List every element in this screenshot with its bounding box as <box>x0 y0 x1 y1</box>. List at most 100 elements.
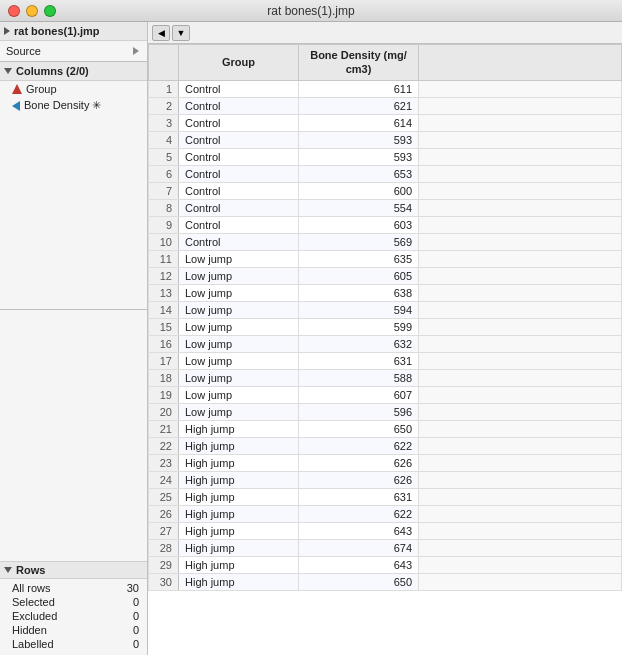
maximize-button[interactable] <box>44 5 56 17</box>
cell-group: Control <box>179 216 299 233</box>
source-filename: rat bones(1).jmp <box>14 25 100 37</box>
cell-group: High jump <box>179 505 299 522</box>
rows-stat-labelled: Labelled0 <box>0 637 147 651</box>
table-row[interactable]: 22 High jump 622 <box>149 437 622 454</box>
col-header-group[interactable]: Group <box>179 45 299 81</box>
cell-rownum: 1 <box>149 80 179 97</box>
cell-group: Control <box>179 233 299 250</box>
cell-empty <box>419 437 622 454</box>
col-header-density[interactable]: Bone Density (mg/cm3) <box>299 45 419 81</box>
cell-density: 622 <box>299 505 419 522</box>
window-controls[interactable] <box>8 5 56 17</box>
stat-label: Labelled <box>12 638 54 650</box>
cell-density: 626 <box>299 454 419 471</box>
cell-density: 632 <box>299 335 419 352</box>
table-row[interactable]: 17 Low jump 631 <box>149 352 622 369</box>
table-row[interactable]: 9 Control 603 <box>149 216 622 233</box>
stat-value: 0 <box>133 624 139 636</box>
cell-rownum: 11 <box>149 250 179 267</box>
cell-density: 593 <box>299 148 419 165</box>
table-row[interactable]: 20 Low jump 596 <box>149 403 622 420</box>
cell-empty <box>419 352 622 369</box>
cell-rownum: 12 <box>149 267 179 284</box>
table-row[interactable]: 30 High jump 650 <box>149 573 622 590</box>
cell-density: 600 <box>299 182 419 199</box>
dropdown-button[interactable]: ▼ <box>172 25 190 41</box>
table-row[interactable]: 2 Control 621 <box>149 97 622 114</box>
cell-group: Low jump <box>179 284 299 301</box>
source-section-header[interactable]: rat bones(1).jmp <box>0 22 147 41</box>
cell-empty <box>419 233 622 250</box>
column-item-density[interactable]: Bone Density ✳ <box>0 97 147 114</box>
table-row[interactable]: 23 High jump 626 <box>149 454 622 471</box>
table-row[interactable]: 12 Low jump 605 <box>149 267 622 284</box>
cell-rownum: 25 <box>149 488 179 505</box>
cell-group: High jump <box>179 454 299 471</box>
table-toolbar: ◀ ▼ <box>148 22 622 44</box>
table-row[interactable]: 11 Low jump 635 <box>149 250 622 267</box>
rows-stat-all-rows: All rows30 <box>0 581 147 595</box>
cell-group: Low jump <box>179 403 299 420</box>
table-row[interactable]: 15 Low jump 599 <box>149 318 622 335</box>
table-row[interactable]: 28 High jump 674 <box>149 539 622 556</box>
source-section: rat bones(1).jmp Source <box>0 22 147 62</box>
cell-rownum: 20 <box>149 403 179 420</box>
minimize-button[interactable] <box>26 5 38 17</box>
cell-group: High jump <box>179 556 299 573</box>
table-row[interactable]: 26 High jump 622 <box>149 505 622 522</box>
cell-empty <box>419 97 622 114</box>
cell-rownum: 26 <box>149 505 179 522</box>
cell-rownum: 18 <box>149 369 179 386</box>
cell-density: 603 <box>299 216 419 233</box>
table-row[interactable]: 25 High jump 631 <box>149 488 622 505</box>
table-row[interactable]: 5 Control 593 <box>149 148 622 165</box>
cell-group: Low jump <box>179 318 299 335</box>
table-row[interactable]: 7 Control 600 <box>149 182 622 199</box>
table-row[interactable]: 4 Control 593 <box>149 131 622 148</box>
cell-empty <box>419 488 622 505</box>
table-row[interactable]: 3 Control 614 <box>149 114 622 131</box>
cell-density: 653 <box>299 165 419 182</box>
cell-rownum: 9 <box>149 216 179 233</box>
table-row[interactable]: 1 Control 611 <box>149 80 622 97</box>
table-row[interactable]: 24 High jump 626 <box>149 471 622 488</box>
cell-empty <box>419 556 622 573</box>
table-row[interactable]: 6 Control 653 <box>149 165 622 182</box>
table-row[interactable]: 13 Low jump 638 <box>149 284 622 301</box>
cell-density: 614 <box>299 114 419 131</box>
columns-section-header[interactable]: Columns (2/0) <box>0 62 147 81</box>
table-row[interactable]: 19 Low jump 607 <box>149 386 622 403</box>
cell-group: High jump <box>179 522 299 539</box>
back-button[interactable]: ◀ <box>152 25 170 41</box>
column-name-group: Group <box>26 83 57 95</box>
table-row[interactable]: 18 Low jump 588 <box>149 369 622 386</box>
table-row[interactable]: 8 Control 554 <box>149 199 622 216</box>
cell-density: 599 <box>299 318 419 335</box>
table-row[interactable]: 16 Low jump 632 <box>149 335 622 352</box>
table-row[interactable]: 29 High jump 643 <box>149 556 622 573</box>
table-row[interactable]: 14 Low jump 594 <box>149 301 622 318</box>
source-item[interactable]: Source <box>0 41 147 61</box>
columns-section: Columns (2/0) Group Bone Density ✳ <box>0 62 147 310</box>
cell-empty <box>419 505 622 522</box>
table-row[interactable]: 21 High jump 650 <box>149 420 622 437</box>
density-header-text: Bone Density (mg/cm3) <box>305 48 412 77</box>
cell-group: Low jump <box>179 301 299 318</box>
cell-group: Control <box>179 148 299 165</box>
table-row[interactable]: 10 Control 569 <box>149 233 622 250</box>
data-table: Group Bone Density (mg/cm3) 1 Control 61… <box>148 44 622 591</box>
table-container[interactable]: Group Bone Density (mg/cm3) 1 Control 61… <box>148 44 622 655</box>
rows-stat-selected: Selected0 <box>0 595 147 609</box>
table-row[interactable]: 27 High jump 643 <box>149 522 622 539</box>
column-item-group[interactable]: Group <box>0 81 147 97</box>
rows-section-header[interactable]: Rows <box>0 561 147 579</box>
main-container: rat bones(1).jmp Source Columns (2/0) Gr… <box>0 22 622 655</box>
cell-rownum: 10 <box>149 233 179 250</box>
cell-rownum: 6 <box>149 165 179 182</box>
cell-density: 631 <box>299 488 419 505</box>
cell-rownum: 4 <box>149 131 179 148</box>
cell-density: 594 <box>299 301 419 318</box>
cell-empty <box>419 80 622 97</box>
close-button[interactable] <box>8 5 20 17</box>
cell-group: High jump <box>179 539 299 556</box>
